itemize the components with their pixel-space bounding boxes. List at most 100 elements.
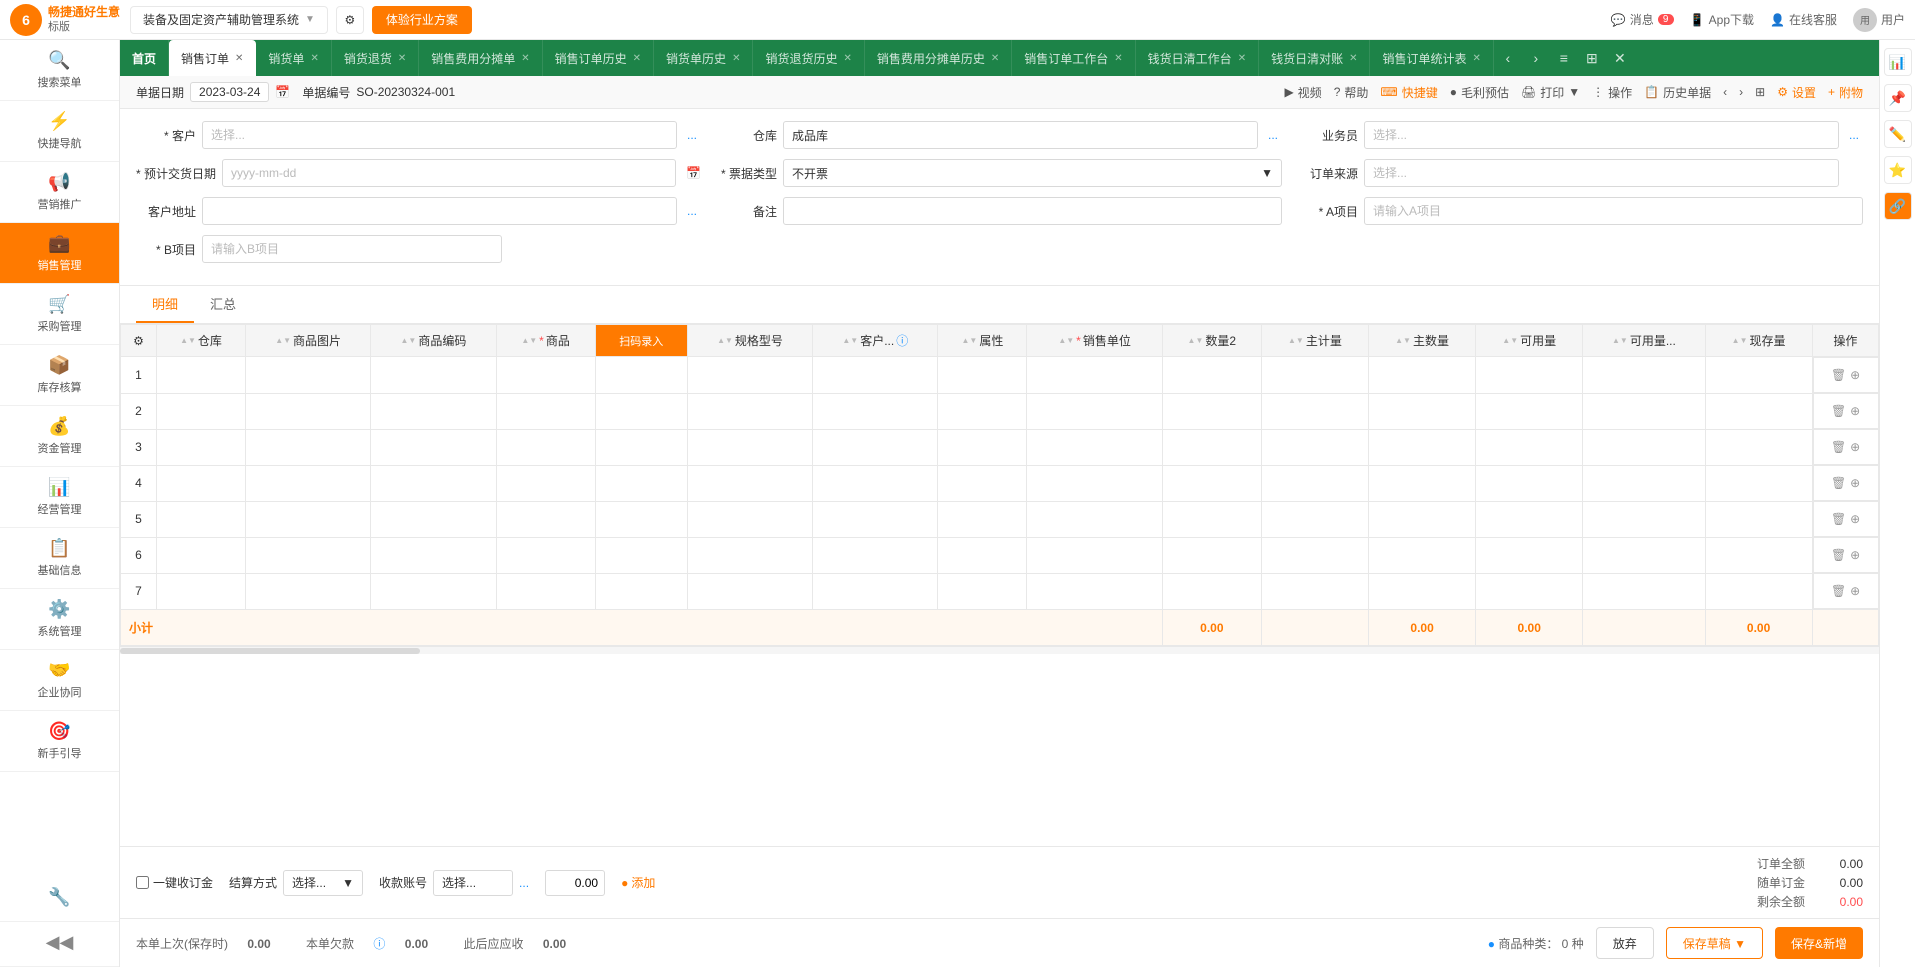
save-draft-dropdown-icon[interactable]: ▼ <box>1734 937 1746 951</box>
remark-input[interactable] <box>783 197 1282 225</box>
copy-icon[interactable]: ⊕ <box>1850 404 1860 418</box>
col-stock[interactable]: ▲▼ 现存量 <box>1705 325 1812 357</box>
date-value[interactable]: 2023-03-24 <box>190 82 269 102</box>
right-panel-chart-btn[interactable]: 📊 <box>1884 48 1912 76</box>
tab-close-icon[interactable]: ✕ <box>991 53 999 64</box>
tab-sales-return[interactable]: 销货退货 ✕ <box>332 40 419 76</box>
cell-product-code[interactable] <box>371 357 496 394</box>
industry-plan-button[interactable]: 体验行业方案 <box>372 6 472 34</box>
copy-icon[interactable]: ⊕ <box>1850 368 1860 382</box>
tab-cash-daily[interactable]: 钱货日清工作台 ✕ <box>1136 40 1259 76</box>
tab-close-icon[interactable]: ✕ <box>521 53 529 64</box>
cell-product[interactable] <box>496 357 595 394</box>
col-available2[interactable]: ▲▼ 可用量... <box>1583 325 1705 357</box>
operation-button[interactable]: ⋮ 操作 <box>1592 84 1632 101</box>
delete-icon[interactable]: 🗑 <box>1831 368 1846 382</box>
scan-button[interactable]: 扫码录入 <box>611 331 671 351</box>
copy-icon[interactable]: ⊕ <box>1850 440 1860 454</box>
tab-close-icon[interactable]: ✕ <box>1349 53 1357 64</box>
delete-icon[interactable]: 🗑 <box>1831 584 1846 598</box>
tab-sales-order[interactable]: 销售订单 ✕ <box>169 40 256 76</box>
message-button[interactable]: 💬 消息 9 <box>1611 11 1674 28</box>
cell-warehouse[interactable] <box>157 357 246 394</box>
tab-order-history[interactable]: 销售订单历史 ✕ <box>543 40 654 76</box>
sidebar-item-marketing[interactable]: 📢 营销推广 <box>0 162 119 223</box>
sidebar-item-config[interactable]: 🔧 <box>0 877 119 922</box>
attach-btn[interactable]: + 附物 <box>1828 84 1863 101</box>
cell-stock[interactable] <box>1705 357 1812 394</box>
a-project-input[interactable] <box>1364 197 1863 225</box>
tab-maximize-button[interactable]: ⊞ <box>1578 40 1606 76</box>
shortcut-button[interactable]: ⌨ 快捷键 <box>1380 84 1437 101</box>
save-draft-button[interactable]: 保存草稿 ▼ <box>1666 927 1763 959</box>
bank-more-icon[interactable]: ... <box>519 876 529 890</box>
col-product-img[interactable]: ▲▼ 商品图片 <box>245 325 370 357</box>
delete-icon[interactable]: 🗑 <box>1831 476 1846 490</box>
col-main-unit[interactable]: ▲▼ 主计量 <box>1261 325 1368 357</box>
copy-icon[interactable]: ⊕ <box>1850 584 1860 598</box>
tab-close-icon[interactable]: ✕ <box>633 53 641 64</box>
cell-spec[interactable] <box>687 357 812 394</box>
tab-prev-button[interactable]: ‹ <box>1494 40 1522 76</box>
tab-detail[interactable]: 明细 <box>136 286 194 323</box>
right-panel-link-btn[interactable]: 🔗 <box>1884 192 1912 220</box>
copy-icon[interactable]: ⊕ <box>1850 548 1860 562</box>
calendar-icon[interactable]: 📅 <box>275 85 290 99</box>
col-attributes[interactable]: ▲▼ 属性 <box>938 325 1027 357</box>
col-product-code[interactable]: ▲▼ 商品编码 <box>371 325 496 357</box>
copy-icon[interactable]: ⊕ <box>1850 512 1860 526</box>
col-settings[interactable]: ⚙ <box>121 325 157 357</box>
sidebar-item-collapse[interactable]: ◀◀ <box>0 922 119 967</box>
sidebar-item-enterprise[interactable]: 🤝 企业协同 <box>0 650 119 711</box>
delete-icon[interactable]: 🗑 <box>1831 440 1846 454</box>
col-available[interactable]: ▲▼ 可用量 <box>1476 325 1583 357</box>
tab-return-history[interactable]: 销货退货历史 ✕ <box>753 40 864 76</box>
tab-menu-button[interactable]: ≡ <box>1550 40 1578 76</box>
online-support-button[interactable]: 👤 在线客服 <box>1770 11 1837 28</box>
cell-attributes[interactable] <box>938 357 1027 394</box>
staff-input[interactable] <box>1364 121 1839 149</box>
copy-icon[interactable]: ⊕ <box>1850 476 1860 490</box>
tab-expense-history[interactable]: 销售费用分摊单历史 ✕ <box>865 40 1012 76</box>
print-button[interactable]: 🖨 打印 ▼ <box>1521 84 1580 101</box>
one-click-deposit[interactable]: 一键收订金 <box>136 874 213 891</box>
cell-available[interactable] <box>1476 357 1583 394</box>
sidebar-item-newbie[interactable]: 🎯 新手引导 <box>0 711 119 772</box>
customer-addr-input[interactable] <box>202 197 677 225</box>
sidebar-item-sales[interactable]: 💼 销售管理 <box>0 223 119 284</box>
help-button[interactable]: ? 帮助 <box>1334 84 1369 101</box>
delete-icon[interactable]: 🗑 <box>1831 404 1846 418</box>
tab-close-icon[interactable]: ✕ <box>235 53 243 64</box>
cell-main-unit[interactable] <box>1261 357 1368 394</box>
tab-close-icon[interactable]: ✕ <box>1238 53 1246 64</box>
delete-icon[interactable]: 🗑 <box>1831 512 1846 526</box>
tab-bill-history[interactable]: 销货单历史 ✕ <box>654 40 753 76</box>
tab-home[interactable]: 首页 <box>120 40 169 76</box>
grid-view-btn[interactable]: ⊞ <box>1755 85 1765 99</box>
sidebar-item-basic-info[interactable]: 📋 基础信息 <box>0 528 119 589</box>
customer-input[interactable] <box>202 121 677 149</box>
b-project-input[interactable] <box>202 235 502 263</box>
sidebar-item-search[interactable]: 🔍 搜索菜单 <box>0 40 119 101</box>
sidebar-item-quick-nav[interactable]: ⚡ 快捷导航 <box>0 101 119 162</box>
tab-close-icon[interactable]: ✕ <box>310 53 318 64</box>
view-button[interactable]: ▶ 视频 <box>1284 84 1321 101</box>
cell-sales-unit[interactable] <box>1027 357 1162 394</box>
tab-expense-split[interactable]: 销售费用分摊单 ✕ <box>419 40 542 76</box>
col-spec[interactable]: ▲▼ 规格型号 <box>687 325 812 357</box>
right-panel-star-btn[interactable]: ⭐ <box>1884 156 1912 184</box>
col-main-qty[interactable]: ▲▼ 主数量 <box>1369 325 1476 357</box>
delete-icon[interactable]: 🗑 <box>1831 548 1846 562</box>
nav-prev-btn[interactable]: ‹ <box>1723 85 1727 99</box>
cell-product-img[interactable] <box>245 357 370 394</box>
tab-close-icon[interactable]: ✕ <box>843 53 851 64</box>
cell-customer-note[interactable] <box>813 357 938 394</box>
cell-main-qty[interactable] <box>1369 357 1476 394</box>
print-dropdown-icon[interactable]: ▼ <box>1568 85 1580 99</box>
col-product[interactable]: ▲▼ *商品 <box>496 325 595 357</box>
add-payment-button[interactable]: ● 添加 <box>621 874 655 891</box>
bank-account-select[interactable]: 选择... <box>433 870 513 896</box>
col-warehouse[interactable]: ▲▼ 仓库 <box>157 325 246 357</box>
scroll-thumb[interactable] <box>120 648 420 654</box>
settings-icon[interactable]: ⚙ <box>336 6 364 34</box>
